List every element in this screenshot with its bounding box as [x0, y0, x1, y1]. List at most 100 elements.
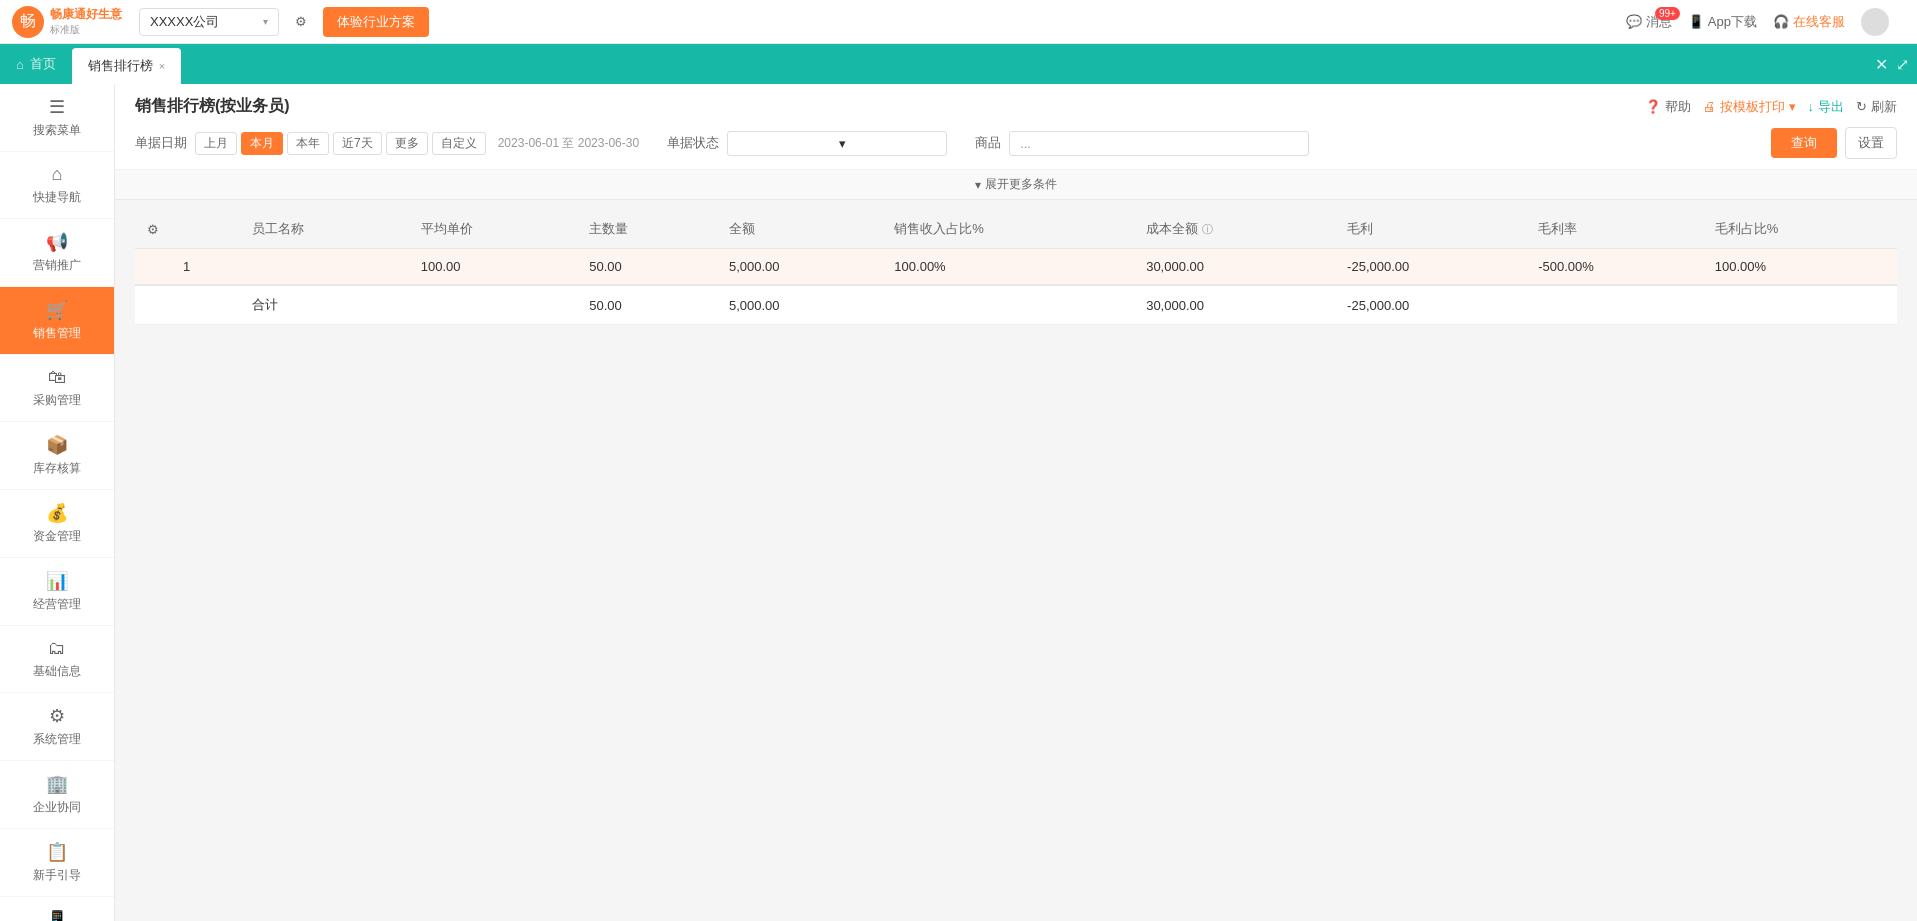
finance-icon: 💰 [46, 502, 68, 524]
export-button[interactable]: ↓ 导出 [1808, 98, 1845, 116]
chevron-down-icon: ▾ [975, 178, 981, 192]
sidebar-item-operation-label: 经营管理 [33, 596, 81, 613]
col-profit-rate: 毛利率 [1526, 210, 1703, 249]
col-settings[interactable]: ⚙ [135, 210, 171, 249]
sidebar-item-app-center[interactable]: 📱 应用中心 [0, 897, 114, 921]
sidebar-item-inventory[interactable]: 📦 库存核算 [0, 422, 114, 490]
tab-bar: ⌂ 首页 销售排行榜 × ✕ ⤢ [0, 44, 1917, 84]
sidebar-item-system[interactable]: ⚙ 系统管理 [0, 693, 114, 761]
home-nav-icon: ⌂ [52, 164, 63, 185]
print-button[interactable]: 🖨 按模板打印 ▾ [1703, 98, 1796, 116]
sidebar-item-enterprise[interactable]: 🏢 企业协同 [0, 761, 114, 829]
export-label: 导出 [1818, 98, 1844, 116]
sidebar-item-guide[interactable]: 📋 新手引导 [0, 829, 114, 897]
status-select[interactable]: ▾ [727, 131, 947, 156]
goods-filter-label: 商品 [975, 134, 1001, 152]
online-service-button[interactable]: 🎧 在线客服 [1773, 13, 1845, 31]
goods-input[interactable]: ... [1009, 131, 1309, 156]
sidebar: ☰ 搜索菜单 ⌂ 快捷导航 📢 营销推广 🛒 销售管理 🛍 采购管理 📦 库存核… [0, 84, 115, 921]
help-button[interactable]: ❓ 帮助 [1645, 98, 1691, 116]
tab-home-label: 首页 [30, 55, 56, 73]
footer-cost: 30,000.00 [1134, 285, 1335, 325]
service-label: 在线客服 [1793, 13, 1845, 31]
date-btn-this-month[interactable]: 本月 [241, 132, 283, 155]
date-btn-more[interactable]: 更多 [386, 132, 428, 155]
tab-active-label: 销售排行榜 [88, 57, 153, 75]
sidebar-item-finance[interactable]: 💰 资金管理 [0, 490, 114, 558]
maximize-icon[interactable]: ⤢ [1896, 55, 1909, 74]
sidebar-item-basic-info-label: 基础信息 [33, 663, 81, 680]
company-name: XXXXX公司 [150, 13, 257, 31]
trial-button[interactable]: 体验行业方案 [323, 7, 429, 37]
date-btn-this-year[interactable]: 本年 [287, 132, 329, 155]
cell-rank: 1 [171, 249, 240, 286]
sales-ranking-table: ⚙ 员工名称 平均单价 主数量 全额 销售收入占比% 成本全额 ⓘ 毛利 毛利率… [135, 210, 1897, 325]
marketing-icon: 📢 [46, 231, 68, 253]
close-all-icon[interactable]: ✕ [1875, 55, 1888, 74]
company-selector[interactable]: XXXXX公司 ▾ [139, 8, 279, 36]
export-icon: ↓ [1808, 99, 1815, 114]
tab-close-icon[interactable]: × [159, 60, 165, 72]
col-profit: 毛利 [1335, 210, 1526, 249]
footer-empty-2 [171, 285, 240, 325]
col-name: 员工名称 [240, 210, 409, 249]
expand-more-button[interactable]: ▾ 展开更多条件 [975, 176, 1057, 193]
sales-icon: 🛒 [46, 299, 68, 321]
status-select-chevron: ▾ [839, 136, 936, 151]
enterprise-icon: 🏢 [46, 773, 68, 795]
filter-area: 单据日期 上月 本月 本年 近7天 更多 自定义 2023-06-01 至 20… [115, 117, 1917, 170]
print-chevron-icon: ▾ [1789, 99, 1796, 114]
sidebar-item-quick-nav-label: 快捷导航 [33, 189, 81, 206]
page-header: 销售排行榜(按业务员) ❓ 帮助 🖨 按模板打印 ▾ ↓ 导出 ↻ 刷新 [115, 84, 1917, 117]
sidebar-item-marketing[interactable]: 📢 营销推广 [0, 219, 114, 287]
table-settings-button[interactable]: 设置 [1845, 127, 1897, 159]
sidebar-item-operation[interactable]: 📊 经营管理 [0, 558, 114, 626]
sidebar-item-search[interactable]: ☰ 搜索菜单 [0, 84, 114, 152]
logo-area: 畅 畅康通好生意 标准版 [12, 6, 127, 38]
tab-home[interactable]: ⌂ 首页 [0, 44, 72, 84]
settings-icon[interactable]: ⚙ [287, 8, 315, 36]
refresh-icon: ↻ [1856, 99, 1867, 114]
query-button[interactable]: 查询 [1771, 128, 1837, 158]
date-btn-custom[interactable]: 自定义 [432, 132, 486, 155]
footer-empty-1 [135, 285, 171, 325]
cell-avg-price: 100.00 [409, 249, 578, 286]
help-label: 帮助 [1665, 98, 1691, 116]
message-button[interactable]: 💬 消息 99+ [1626, 13, 1672, 31]
footer-profit-rate [1526, 285, 1703, 325]
sidebar-item-finance-label: 资金管理 [33, 528, 81, 545]
col-rank [171, 210, 240, 249]
tab-bar-right: ✕ ⤢ [1875, 44, 1917, 84]
cell-amount: 5,000.00 [717, 249, 882, 286]
date-buttons: 上月 本月 本年 近7天 更多 自定义 [195, 132, 486, 155]
table-footer-row: 合计 50.00 5,000.00 30,000.00 -25,000.00 [135, 285, 1897, 325]
app-center-icon: 📱 [46, 909, 68, 921]
col-sales-ratio: 销售收入占比% [882, 210, 1134, 249]
sidebar-item-sales[interactable]: 🛒 销售管理 [0, 287, 114, 355]
message-badge: 99+ [1655, 7, 1680, 20]
avatar [1861, 8, 1889, 36]
sidebar-item-basic-info[interactable]: 🗂 基础信息 [0, 626, 114, 693]
cell-name [240, 249, 409, 286]
app-download-button[interactable]: 📱 App下载 [1688, 13, 1757, 31]
footer-label: 合计 [240, 285, 409, 325]
sidebar-item-search-label: 搜索菜单 [33, 122, 81, 139]
date-btn-7days[interactable]: 近7天 [333, 132, 382, 155]
filter-row-1: 单据日期 上月 本月 本年 近7天 更多 自定义 2023-06-01 至 20… [135, 127, 1897, 159]
sidebar-item-marketing-label: 营销推广 [33, 257, 81, 274]
operation-icon: 📊 [46, 570, 68, 592]
sidebar-item-sales-label: 销售管理 [33, 325, 81, 342]
tab-sales-ranking[interactable]: 销售排行榜 × [72, 48, 181, 84]
refresh-button[interactable]: ↻ 刷新 [1856, 98, 1897, 116]
cost-info-icon: ⓘ [1202, 223, 1213, 235]
sidebar-item-purchase[interactable]: 🛍 采购管理 [0, 355, 114, 422]
sidebar-item-quick-nav[interactable]: ⌂ 快捷导航 [0, 152, 114, 219]
logo-subtitle: 标准版 [50, 23, 122, 37]
content-area: 销售排行榜(按业务员) ❓ 帮助 🖨 按模板打印 ▾ ↓ 导出 ↻ 刷新 [115, 84, 1917, 921]
date-btn-last-month[interactable]: 上月 [195, 132, 237, 155]
inventory-icon: 📦 [46, 434, 68, 456]
cell-profit-rate: -500.00% [1526, 249, 1703, 286]
cell-qty: 50.00 [577, 249, 717, 286]
table-row: 1 100.00 50.00 5,000.00 100.00% 30,000.0… [135, 249, 1897, 286]
sidebar-item-system-label: 系统管理 [33, 731, 81, 748]
